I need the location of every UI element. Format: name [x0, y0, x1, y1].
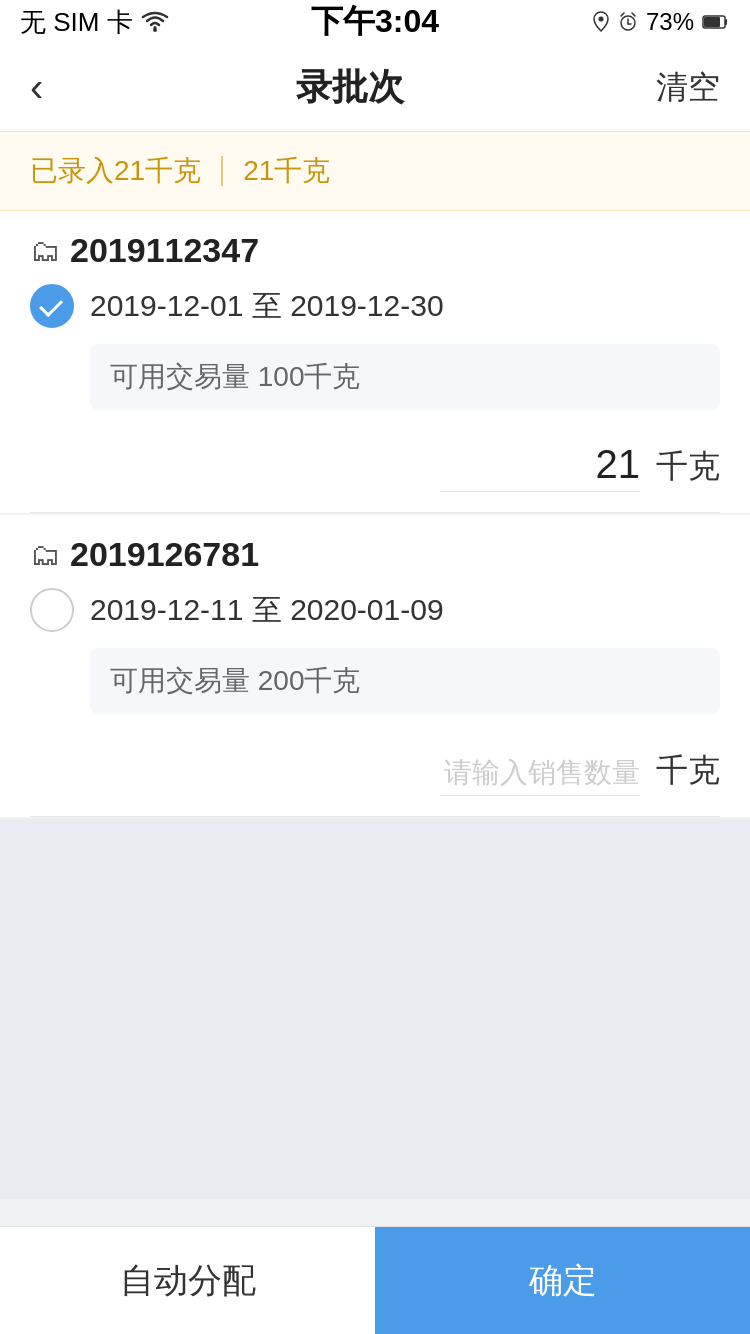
status-bar: 无 SIM 卡 下午3:04 73% — [0, 0, 750, 44]
clear-button[interactable]: 清空 — [656, 66, 720, 110]
qty-divider-2 — [30, 816, 720, 817]
banner-divider — [221, 156, 223, 186]
batch-id-2: 2019126781 — [70, 535, 259, 574]
confirm-button[interactable]: 确定 — [375, 1227, 750, 1334]
bottom-bar: 自动分配 确定 — [0, 1226, 750, 1334]
alarm-icon — [618, 11, 638, 33]
qty-unit-1: 千克 — [656, 445, 720, 489]
nav-bar: ‹ 录批次 清空 — [0, 44, 750, 132]
svg-point-0 — [153, 28, 157, 32]
doc-icon-1: 🗂 — [30, 234, 60, 268]
available-qty-2: 可用交易量 200千克 — [90, 648, 720, 714]
status-time: 下午3:04 — [311, 0, 439, 44]
available-qty-1: 可用交易量 100千克 — [90, 344, 720, 410]
batch-date-1: 2019-12-01 至 2019-12-30 — [90, 286, 444, 327]
page-title: 录批次 — [296, 63, 404, 112]
status-right: 73% — [592, 8, 730, 36]
doc-icon-2: 🗂 — [30, 538, 60, 572]
qty-row-2: 千克 — [0, 730, 750, 816]
qty-input-1[interactable] — [440, 442, 640, 492]
svg-point-1 — [598, 17, 603, 22]
info-banner: 已录入21千克 21千克 — [0, 132, 750, 211]
batch-date-row-1: 2019-12-01 至 2019-12-30 — [30, 284, 720, 328]
batch-date-row-2: 2019-12-11 至 2020-01-09 — [30, 588, 720, 632]
batch-header-1: 🗂 2019112347 — [30, 231, 720, 270]
qty-divider-1 — [30, 512, 720, 513]
auto-distribute-button[interactable]: 自动分配 — [0, 1227, 375, 1334]
svg-line-5 — [621, 13, 624, 16]
batch-date-2: 2019-12-11 至 2020-01-09 — [90, 590, 444, 631]
battery-label: 73% — [646, 8, 694, 36]
radio-2[interactable] — [30, 588, 74, 632]
svg-line-6 — [632, 13, 635, 16]
back-button[interactable]: ‹ — [30, 65, 43, 110]
carrier-label: 无 SIM 卡 — [20, 5, 133, 40]
main-content: 已录入21千克 21千克 🗂 2019112347 2019-12-01 至 2… — [0, 132, 750, 1307]
location-icon — [592, 11, 610, 33]
recorded-value: 21千克 — [243, 152, 330, 190]
empty-area — [0, 819, 750, 1199]
recorded-label: 已录入21千克 — [30, 152, 201, 190]
svg-rect-8 — [704, 17, 720, 27]
batch-card-2: 🗂 2019126781 2019-12-11 至 2020-01-09 可用交… — [0, 515, 750, 817]
status-left: 无 SIM 卡 — [20, 5, 169, 40]
qty-row-1: 千克 — [0, 426, 750, 512]
qty-input-2[interactable] — [440, 746, 640, 796]
qty-unit-2: 千克 — [656, 749, 720, 793]
radio-1[interactable] — [30, 284, 74, 328]
batch-card-1: 🗂 2019112347 2019-12-01 至 2019-12-30 可用交… — [0, 211, 750, 513]
wifi-icon — [141, 11, 169, 33]
batch-id-1: 2019112347 — [70, 231, 259, 270]
batch-header-2: 🗂 2019126781 — [30, 535, 720, 574]
battery-icon — [702, 14, 730, 30]
